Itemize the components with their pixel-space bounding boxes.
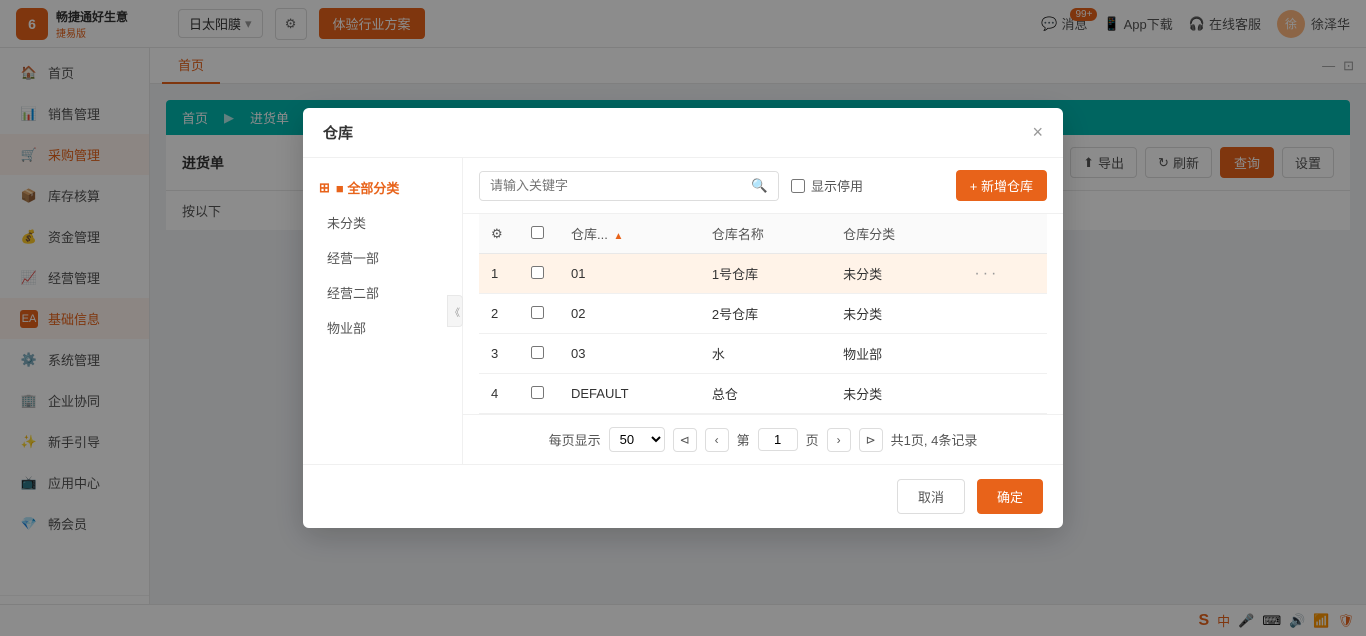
th-name: 仓库名称 bbox=[700, 214, 831, 254]
category-item-ops1[interactable]: 经营一部 bbox=[303, 240, 462, 275]
row-code: DEFAULT bbox=[559, 374, 700, 414]
table-head: ⚙ 仓库... ▲ 仓库名称 bbox=[479, 214, 1047, 254]
row-actions: ··· bbox=[962, 254, 1047, 294]
modal-footer: 取消 确定 bbox=[303, 464, 1063, 528]
modal-body: ⊞ ■ 全部分类 未分类 经营一部 经营二部 物业部 《 bbox=[303, 158, 1063, 464]
warehouse-modal: 仓库 × ⊞ ■ 全部分类 未分类 经营一部 经营二部 bbox=[303, 108, 1063, 528]
row-category: 未分类 bbox=[831, 254, 962, 294]
th-actions bbox=[962, 214, 1047, 254]
row-num: 1 bbox=[479, 254, 519, 294]
search-input[interactable] bbox=[480, 172, 741, 199]
category-item-property[interactable]: 物业部 bbox=[303, 310, 462, 345]
last-page-button[interactable]: ⊳ bbox=[859, 428, 883, 452]
row-num: 4 bbox=[479, 374, 519, 414]
modal-header: 仓库 × bbox=[303, 108, 1063, 158]
row-code: 02 bbox=[559, 294, 700, 334]
row-code: 03 bbox=[559, 334, 700, 374]
modal-title: 仓库 bbox=[323, 122, 353, 143]
row-actions bbox=[962, 374, 1047, 414]
row-checkbox bbox=[519, 334, 559, 374]
row-num: 3 bbox=[479, 334, 519, 374]
th-checkbox bbox=[519, 214, 559, 254]
gear-icon: ⚙ bbox=[491, 226, 503, 241]
th-code: 仓库... ▲ bbox=[559, 214, 700, 254]
category-item-unclassified[interactable]: 未分类 bbox=[303, 205, 462, 240]
row-name: 总仓 bbox=[700, 374, 831, 414]
first-page-button[interactable]: ⊲ bbox=[673, 428, 697, 452]
th-gear: ⚙ bbox=[479, 214, 519, 254]
table-row[interactable]: 4 DEFAULT 总仓 未分类 bbox=[479, 374, 1047, 414]
row-num: 2 bbox=[479, 294, 519, 334]
row-checkbox bbox=[519, 374, 559, 414]
search-input-wrap: 🔍 bbox=[479, 171, 779, 201]
row-category: 未分类 bbox=[831, 374, 962, 414]
per-page-label: 每页显示 bbox=[549, 430, 601, 449]
add-warehouse-button[interactable]: + 新增仓库 bbox=[956, 170, 1047, 201]
prev-page-button[interactable]: ‹ bbox=[705, 428, 729, 452]
row-name: 2号仓库 bbox=[700, 294, 831, 334]
row-checkbox bbox=[519, 254, 559, 294]
per-page-select[interactable]: 50 10 20 100 bbox=[609, 427, 665, 452]
table-row[interactable]: 3 03 水 物业部 bbox=[479, 334, 1047, 374]
page-suffix: 页 bbox=[806, 430, 819, 449]
table-row[interactable]: 2 02 2号仓库 未分类 bbox=[479, 294, 1047, 334]
modal-overlay[interactable]: 仓库 × ⊞ ■ 全部分类 未分类 经营一部 经营二部 bbox=[0, 0, 1366, 636]
next-page-button[interactable]: › bbox=[827, 428, 851, 452]
content-panel: 🔍 显示停用 + 新增仓库 ⚙ bbox=[463, 158, 1063, 464]
cancel-button[interactable]: 取消 bbox=[897, 479, 965, 514]
table-row[interactable]: 1 01 1号仓库 未分类 ··· bbox=[479, 254, 1047, 294]
category-panel: ⊞ ■ 全部分类 未分类 经营一部 经营二部 物业部 《 bbox=[303, 158, 463, 464]
show-disabled-checkbox[interactable] bbox=[791, 179, 805, 193]
row-checkbox bbox=[519, 294, 559, 334]
grid-icon: ⊞ bbox=[319, 180, 330, 196]
show-disabled-option: 显示停用 bbox=[791, 176, 863, 195]
search-button[interactable]: 🔍 bbox=[741, 172, 778, 200]
category-item-ops2[interactable]: 经营二部 bbox=[303, 275, 462, 310]
page-label: 第 bbox=[737, 430, 750, 449]
content-toolbar: 🔍 显示停用 + 新增仓库 bbox=[463, 158, 1063, 214]
modal-close-button[interactable]: × bbox=[1032, 122, 1043, 143]
row-actions bbox=[962, 334, 1047, 374]
page-number-input[interactable] bbox=[758, 428, 798, 451]
row-category: 物业部 bbox=[831, 334, 962, 374]
warehouse-table-wrap: ⚙ 仓库... ▲ 仓库名称 bbox=[463, 214, 1063, 414]
row-name: 水 bbox=[700, 334, 831, 374]
row-name: 1号仓库 bbox=[700, 254, 831, 294]
show-disabled-label: 显示停用 bbox=[811, 176, 863, 195]
total-info: 共1页, 4条记录 bbox=[891, 430, 978, 449]
row-actions bbox=[962, 294, 1047, 334]
confirm-button[interactable]: 确定 bbox=[977, 479, 1043, 514]
sort-icon: ▲ bbox=[613, 231, 623, 242]
warehouse-table: ⚙ 仓库... ▲ 仓库名称 bbox=[479, 214, 1047, 414]
row-category: 未分类 bbox=[831, 294, 962, 334]
row-code: 01 bbox=[559, 254, 700, 294]
panel-collapse-button[interactable]: 《 bbox=[447, 295, 463, 327]
all-categories-button[interactable]: ⊞ ■ 全部分类 bbox=[303, 170, 462, 205]
th-category: 仓库分类 bbox=[831, 214, 962, 254]
select-all-checkbox[interactable] bbox=[531, 226, 544, 239]
table-body: 1 01 1号仓库 未分类 ··· 2 02 2 bbox=[479, 254, 1047, 414]
pagination: 每页显示 50 10 20 100 ⊲ ‹ 第 页 › ⊳ 共1页, 4条记录 bbox=[463, 414, 1063, 464]
